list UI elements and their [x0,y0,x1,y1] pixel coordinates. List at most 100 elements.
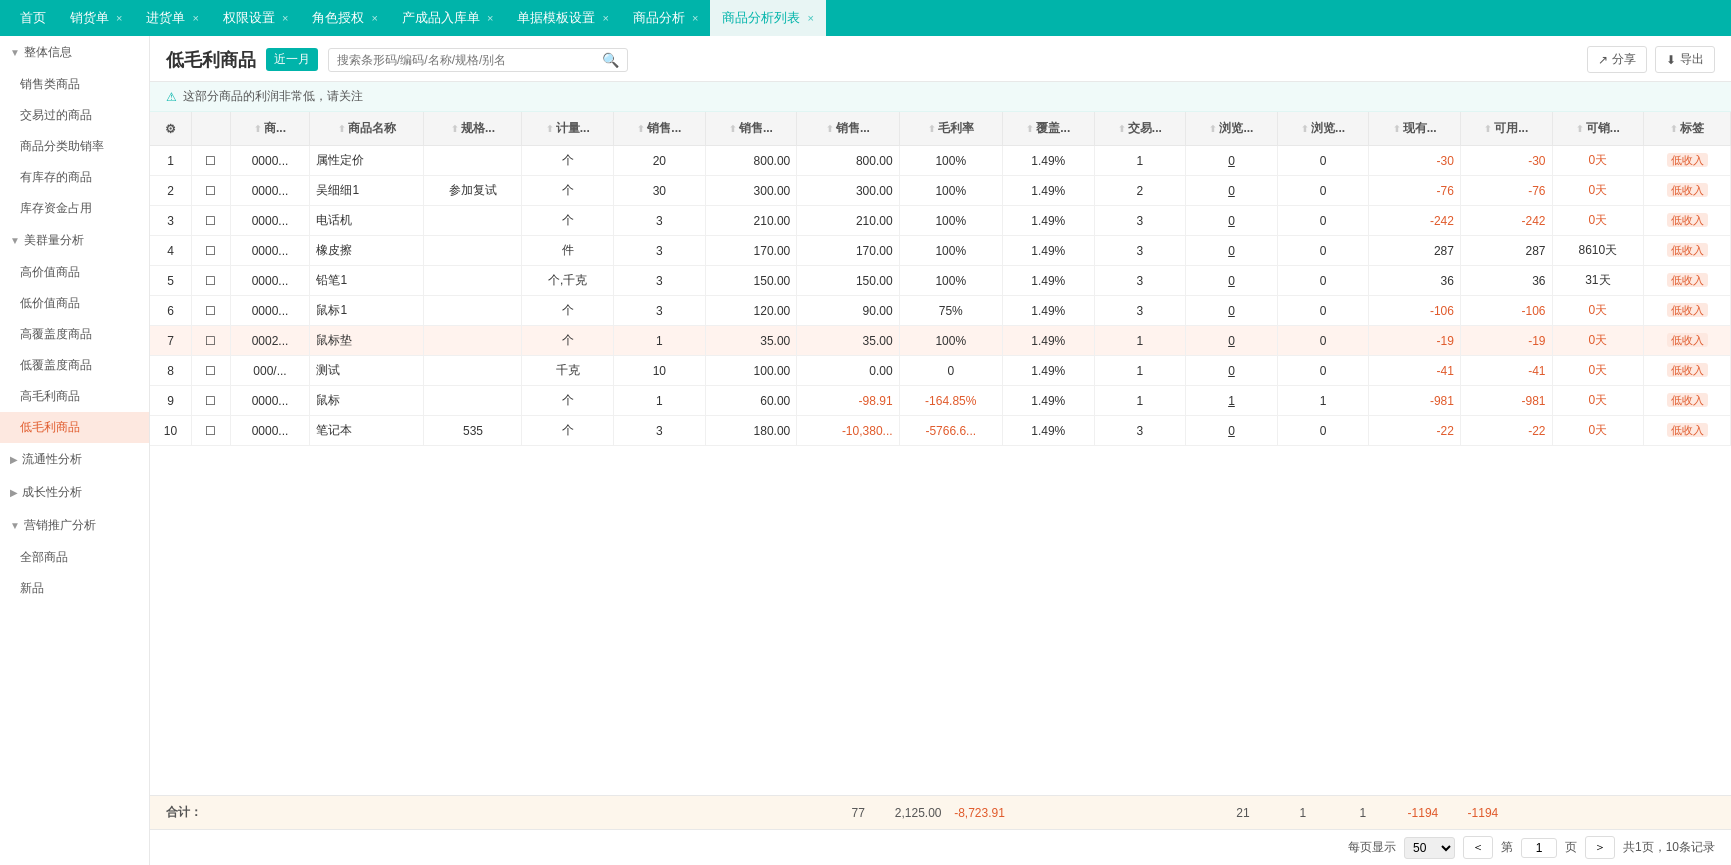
col-header-code[interactable]: ⬆商... [230,112,310,146]
row-coverage: 1.49% [1002,236,1094,266]
sidebar-item-库存资金占用[interactable]: 库存资金占用 [0,193,149,224]
link-value[interactable]: 0 [1228,334,1235,348]
row-saleable-days: 0天 [1552,146,1644,176]
link-value[interactable]: 0 [1228,274,1235,288]
row-tag: 低收入 [1644,176,1731,206]
search-input[interactable] [337,53,602,67]
nav-close-icon[interactable]: × [599,12,608,24]
sidebar-item-有库存的商品[interactable]: 有库存的商品 [0,162,149,193]
nav-close-icon[interactable]: × [368,12,377,24]
col-header-gross_rate[interactable]: ⬆毛利率 [899,112,1002,146]
sidebar-group-成长性分析[interactable]: ▶成长性分析 [0,476,149,509]
sidebar-item-低价值商品[interactable]: 低价值商品 [0,288,149,319]
nav-item-进货单[interactable]: 进货单 × [134,0,210,36]
link-value[interactable]: 1 [1228,394,1235,408]
col-header-view2[interactable]: ⬆浏览... [1277,112,1369,146]
sidebar-item-高价值商品[interactable]: 高价值商品 [0,257,149,288]
row-unit: 个 [522,146,614,176]
col-header-sales_amount[interactable]: ⬆销售... [797,112,899,146]
link-value[interactable]: 0 [1228,304,1235,318]
nav-close-icon[interactable]: × [189,12,198,24]
row-checkbox[interactable]: ☐ [192,386,231,416]
row-tag: 低收入 [1644,146,1731,176]
share-icon: ↗ [1598,53,1608,67]
row-view2: 0 [1277,416,1369,446]
col-header-name[interactable]: ⬆商品名称 [310,112,424,146]
search-icon[interactable]: 🔍 [602,52,619,68]
nav-item-单据模板设置[interactable]: 单据模板设置 × [505,0,620,36]
sidebar-item-交易过的商品[interactable]: 交易过的商品 [0,100,149,131]
col-header-sales_qty[interactable]: ⬆销售... [614,112,706,146]
sidebar-item-新品[interactable]: 新品 [0,573,149,604]
nav-item-销货单[interactable]: 销货单 × [58,0,134,36]
sidebar-group-整体信息[interactable]: ▼整体信息 [0,36,149,69]
sidebar-item-高毛利商品[interactable]: 高毛利商品 [0,381,149,412]
row-current-stock: -242 [1369,206,1461,236]
link-value[interactable]: 0 [1228,364,1235,378]
col-header-available_stock[interactable]: ⬆可用... [1460,112,1552,146]
per-page-select[interactable]: 50 20 100 [1404,837,1455,859]
nav-item-商品分析[interactable]: 商品分析 × [621,0,710,36]
row-checkbox[interactable]: ☐ [192,146,231,176]
col-header-view1[interactable]: ⬆浏览... [1186,112,1278,146]
col-header-current_stock[interactable]: ⬆现有... [1369,112,1461,146]
row-current-stock: -30 [1369,146,1461,176]
sidebar-item-低毛利商品[interactable]: 低毛利商品 [0,412,149,443]
col-header-coverage[interactable]: ⬆覆盖... [1002,112,1094,146]
nav-item-角色授权[interactable]: 角色授权 × [300,0,389,36]
sidebar: ▼整体信息销售类商品交易过的商品商品分类助销率有库存的商品库存资金占用▼美群量分… [0,36,150,865]
sidebar-item-销售类商品[interactable]: 销售类商品 [0,69,149,100]
row-checkbox[interactable]: ☐ [192,356,231,386]
col-header-checkbox[interactable] [192,112,231,146]
sidebar-item-高覆盖度商品[interactable]: 高覆盖度商品 [0,319,149,350]
col-header-settings[interactable]: ⚙ [150,112,192,146]
row-name: 铅笔1 [310,266,424,296]
link-value[interactable]: 0 [1228,154,1235,168]
nav-close-icon[interactable]: × [689,12,698,24]
page-input[interactable] [1521,838,1557,858]
row-code: 0000... [230,416,310,446]
row-checkbox[interactable]: ☐ [192,266,231,296]
link-value[interactable]: 0 [1228,244,1235,258]
nav-item-首页[interactable]: 首页 [8,0,58,36]
link-value[interactable]: 0 [1228,424,1235,438]
row-checkbox[interactable]: ☐ [192,326,231,356]
sort-icon: ⬆ [451,124,459,134]
next-page-button[interactable]: ＞ [1585,836,1615,859]
tag-badge: 低收入 [1667,243,1708,257]
nav-item-商品分析列表[interactable]: 商品分析列表 × [710,0,825,36]
row-gross-rate: 100% [899,146,1002,176]
notice-icon: ⚠ [166,90,177,104]
row-checkbox[interactable]: ☐ [192,176,231,206]
sidebar-item-商品分类助销率[interactable]: 商品分类助销率 [0,131,149,162]
period-button[interactable]: 近一月 [266,48,318,71]
col-header-tag[interactable]: ⬆标签 [1644,112,1731,146]
nav-close-icon[interactable]: × [804,12,813,24]
col-header-saleable_days[interactable]: ⬆可销... [1552,112,1644,146]
nav-close-icon[interactable]: × [279,12,288,24]
col-header-unit[interactable]: ⬆计量... [522,112,614,146]
prev-page-button[interactable]: ＜ [1463,836,1493,859]
sidebar-item-低覆盖度商品[interactable]: 低覆盖度商品 [0,350,149,381]
sidebar-group-营销推广分析[interactable]: ▼营销推广分析 [0,509,149,542]
export-button[interactable]: ⬇ 导出 [1655,46,1715,73]
share-button[interactable]: ↗ 分享 [1587,46,1647,73]
row-code: 000/... [230,356,310,386]
nav-close-icon[interactable]: × [484,12,493,24]
nav-item-权限设置[interactable]: 权限设置 × [211,0,300,36]
sidebar-group-美群量分析[interactable]: ▼美群量分析 [0,224,149,257]
row-checkbox[interactable]: ☐ [192,296,231,326]
row-sales-qty: 3 [614,266,706,296]
link-value[interactable]: 0 [1228,184,1235,198]
col-header-spec[interactable]: ⬆规格... [424,112,522,146]
col-header-sales_price[interactable]: ⬆销售... [705,112,797,146]
col-header-trade_count[interactable]: ⬆交易... [1094,112,1186,146]
nav-close-icon[interactable]: × [113,12,122,24]
sidebar-item-全部商品[interactable]: 全部商品 [0,542,149,573]
sidebar-group-流通性分析[interactable]: ▶流通性分析 [0,443,149,476]
row-checkbox[interactable]: ☐ [192,236,231,266]
link-value[interactable]: 0 [1228,214,1235,228]
row-checkbox[interactable]: ☐ [192,416,231,446]
nav-item-产成品入库单[interactable]: 产成品入库单 × [390,0,505,36]
row-checkbox[interactable]: ☐ [192,206,231,236]
